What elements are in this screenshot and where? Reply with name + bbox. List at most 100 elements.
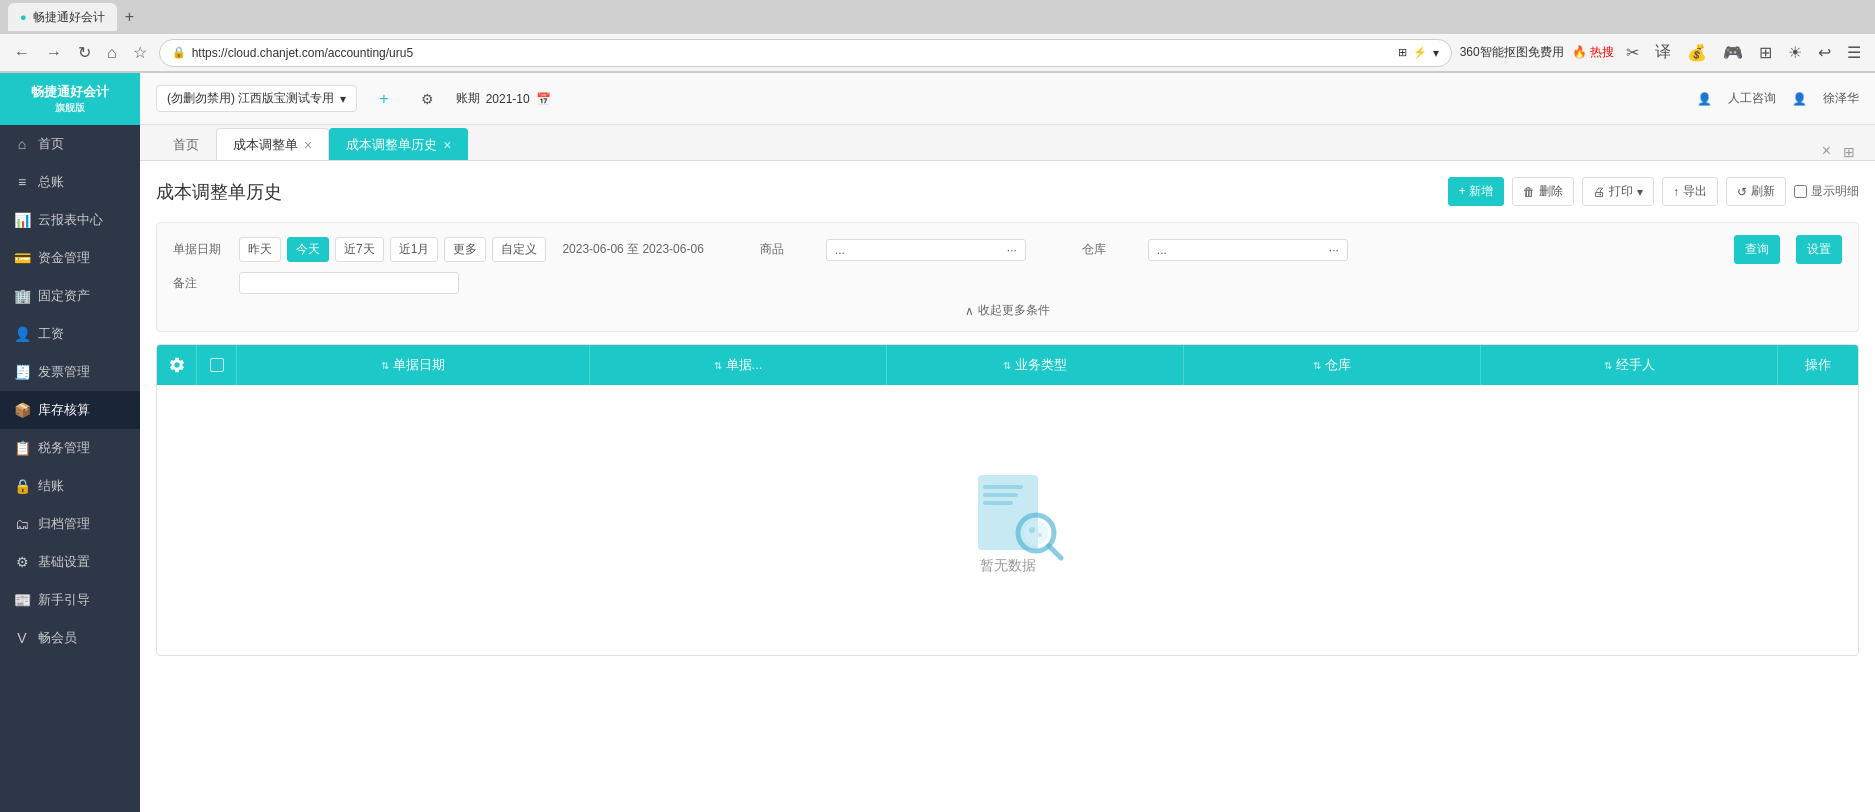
filter-settings-btn[interactable]: 设置	[1796, 235, 1842, 264]
tab-cost-adjust-close[interactable]: ×	[304, 137, 312, 153]
close-all-tabs-btn[interactable]: ×	[1814, 142, 1839, 160]
show-columns-checkbox-label[interactable]: 显示明细	[1794, 183, 1859, 200]
th-doc[interactable]: ⇅ 单据...	[590, 345, 887, 385]
date-btn-more[interactable]: 更多	[444, 237, 486, 262]
wallet-btn[interactable]: 💰	[1683, 39, 1711, 66]
th-settings[interactable]	[157, 345, 197, 385]
remark-filter-input[interactable]	[239, 272, 459, 294]
sidebar-item-label: 工资	[38, 325, 64, 343]
page-header: 成本调整单历史 + 新增 🗑 删除 🖨 打印 ▾ ↑ 导出	[156, 177, 1859, 206]
delete-btn[interactable]: 🗑 删除	[1512, 177, 1574, 206]
reports-icon: 📊	[14, 212, 30, 228]
th-type-label: 业务类型	[1015, 356, 1067, 374]
browser-boost-icon[interactable]: ⚡	[1413, 46, 1427, 59]
company-selector[interactable]: (勿删勿禁用) 江西版宝测试专用 ▾	[156, 85, 357, 112]
th-type-sort-icon: ⇅	[1003, 360, 1011, 371]
date-btn-7days[interactable]: 近7天	[335, 237, 384, 262]
game-btn[interactable]: 🎮	[1719, 39, 1747, 66]
date-btn-yesterday[interactable]: 昨天	[239, 237, 281, 262]
collapse-arrow-icon: ∧	[965, 304, 974, 318]
table-container: ⇅ 单据日期 ⇅ 单据... ⇅ 业务类型 ⇅ 仓库	[156, 344, 1859, 656]
tab-cost-adjust-history[interactable]: 成本调整单历史 ×	[329, 128, 468, 160]
header-checkbox[interactable]	[210, 358, 224, 372]
add-company-btn[interactable]: +	[369, 85, 398, 113]
svg-rect-2	[983, 493, 1018, 497]
sidebar: 畅捷通好会计 旗舰版 ⌂ 首页 ≡ 总账 📊 云报表中心 💳 资金管理 🏢	[0, 73, 140, 812]
th-doc-label: 单据...	[726, 356, 763, 374]
product-filter-select[interactable]: ... ···	[826, 239, 1026, 261]
scissors-btn[interactable]: ✂	[1622, 39, 1643, 66]
translate-btn[interactable]: 译	[1651, 38, 1675, 67]
browser-dropdown-icon[interactable]: ▾	[1433, 46, 1439, 60]
tab-cost-adjust-label: 成本调整单	[233, 136, 298, 154]
export-btn[interactable]: ↑ 导出	[1662, 177, 1718, 206]
sidebar-item-member[interactable]: V 畅会员	[0, 619, 140, 657]
tab-home[interactable]: 首页	[156, 128, 216, 160]
user-service-label[interactable]: 人工咨询	[1728, 90, 1776, 107]
tab-label: 畅捷通好会计	[33, 9, 105, 26]
search-btn[interactable]: 查询	[1734, 235, 1780, 264]
remark-filter-label: 备注	[173, 275, 223, 292]
sidebar-item-home[interactable]: ⌂ 首页	[0, 125, 140, 163]
sun-btn[interactable]: ☀	[1784, 39, 1806, 66]
company-dropdown-icon: ▾	[340, 92, 346, 106]
th-type[interactable]: ⇅ 业务类型	[887, 345, 1184, 385]
sidebar-item-settings[interactable]: ⚙ 基础设置	[0, 543, 140, 581]
sidebar-item-salary[interactable]: 👤 工资	[0, 315, 140, 353]
sidebar-item-label: 总账	[38, 173, 64, 191]
undo-btn[interactable]: ↩	[1814, 39, 1835, 66]
date-btn-custom[interactable]: 自定义	[492, 237, 546, 262]
company-settings-icon[interactable]: ⚙	[411, 86, 444, 112]
product-filter-label: 商品	[760, 241, 810, 258]
new-tab-btn[interactable]: +	[121, 4, 138, 30]
sidebar-item-reports[interactable]: 📊 云报表中心	[0, 201, 140, 239]
sidebar-item-fixed-assets[interactable]: 🏢 固定资产	[0, 277, 140, 315]
sidebar-item-label: 归档管理	[38, 515, 90, 533]
tabs-more-btn[interactable]: ⊞	[1839, 144, 1859, 160]
sidebar-item-invoice[interactable]: 🧾 发票管理	[0, 353, 140, 391]
home-btn[interactable]: ⌂	[103, 40, 121, 66]
sidebar-item-archive[interactable]: 🗂 归档管理	[0, 505, 140, 543]
sidebar-item-inventory[interactable]: 📦 库存核算	[0, 391, 140, 429]
warehouse-filter-select[interactable]: ... ···	[1148, 239, 1348, 261]
date-btn-1month[interactable]: 近1月	[390, 237, 439, 262]
sidebar-item-funds[interactable]: 💳 资金管理	[0, 239, 140, 277]
close-period-icon: 🔒	[14, 478, 30, 494]
th-checkbox[interactable]	[197, 345, 237, 385]
user-name[interactable]: 徐泽华	[1823, 90, 1859, 107]
th-warehouse[interactable]: ⇅ 仓库	[1184, 345, 1481, 385]
warehouse-select-more-icon: ···	[1329, 243, 1339, 257]
browser-apps-icon[interactable]: ⊞	[1398, 46, 1407, 59]
hot-search-label: 🔥 热搜	[1572, 44, 1614, 61]
tab-cost-adjust[interactable]: 成本调整单 ×	[216, 128, 329, 160]
grid-btn[interactable]: ⊞	[1755, 39, 1776, 66]
th-warehouse-label: 仓库	[1325, 356, 1351, 374]
tab-bar: 首页 成本调整单 × 成本调整单历史 × × ⊞	[140, 125, 1875, 161]
th-doc-sort-icon: ⇅	[714, 360, 722, 371]
th-date[interactable]: ⇅ 单据日期	[237, 345, 590, 385]
bookmark-btn[interactable]: ☆	[129, 39, 151, 66]
refresh-btn[interactable]: ↻	[74, 39, 95, 66]
sidebar-item-close[interactable]: 🔒 结账	[0, 467, 140, 505]
new-btn[interactable]: + 新增	[1448, 177, 1504, 206]
menu-btn[interactable]: ☰	[1843, 39, 1865, 66]
tab-history-close[interactable]: ×	[443, 137, 451, 153]
th-operator[interactable]: ⇅ 经手人	[1481, 345, 1778, 385]
refresh-icon: ↺	[1737, 185, 1747, 199]
collapse-btn[interactable]: ∧ 收起更多条件	[965, 302, 1050, 319]
svg-rect-1	[983, 485, 1023, 489]
date-btn-today[interactable]: 今天	[287, 237, 329, 262]
sidebar-item-ledger[interactable]: ≡ 总账	[0, 163, 140, 201]
sidebar-item-guide[interactable]: 📰 新手引导	[0, 581, 140, 619]
forward-btn[interactable]: →	[42, 40, 66, 66]
refresh-btn[interactable]: ↺ 刷新	[1726, 177, 1786, 206]
calendar-icon[interactable]: 📅	[536, 92, 551, 106]
browser-chrome: ● 畅捷通好会计 + ← → ↻ ⌂ ☆ 🔒 https://cloud.cha…	[0, 0, 1875, 73]
browser-tab[interactable]: ● 畅捷通好会计	[8, 3, 117, 31]
print-btn[interactable]: 🖨 打印 ▾	[1582, 177, 1654, 206]
page-title: 成本调整单历史	[156, 180, 282, 204]
back-btn[interactable]: ←	[10, 40, 34, 66]
address-bar[interactable]: 🔒 https://cloud.chanjet.com/accounting/u…	[159, 39, 1452, 67]
show-columns-checkbox[interactable]	[1794, 185, 1807, 198]
sidebar-item-tax[interactable]: 📋 税务管理	[0, 429, 140, 467]
